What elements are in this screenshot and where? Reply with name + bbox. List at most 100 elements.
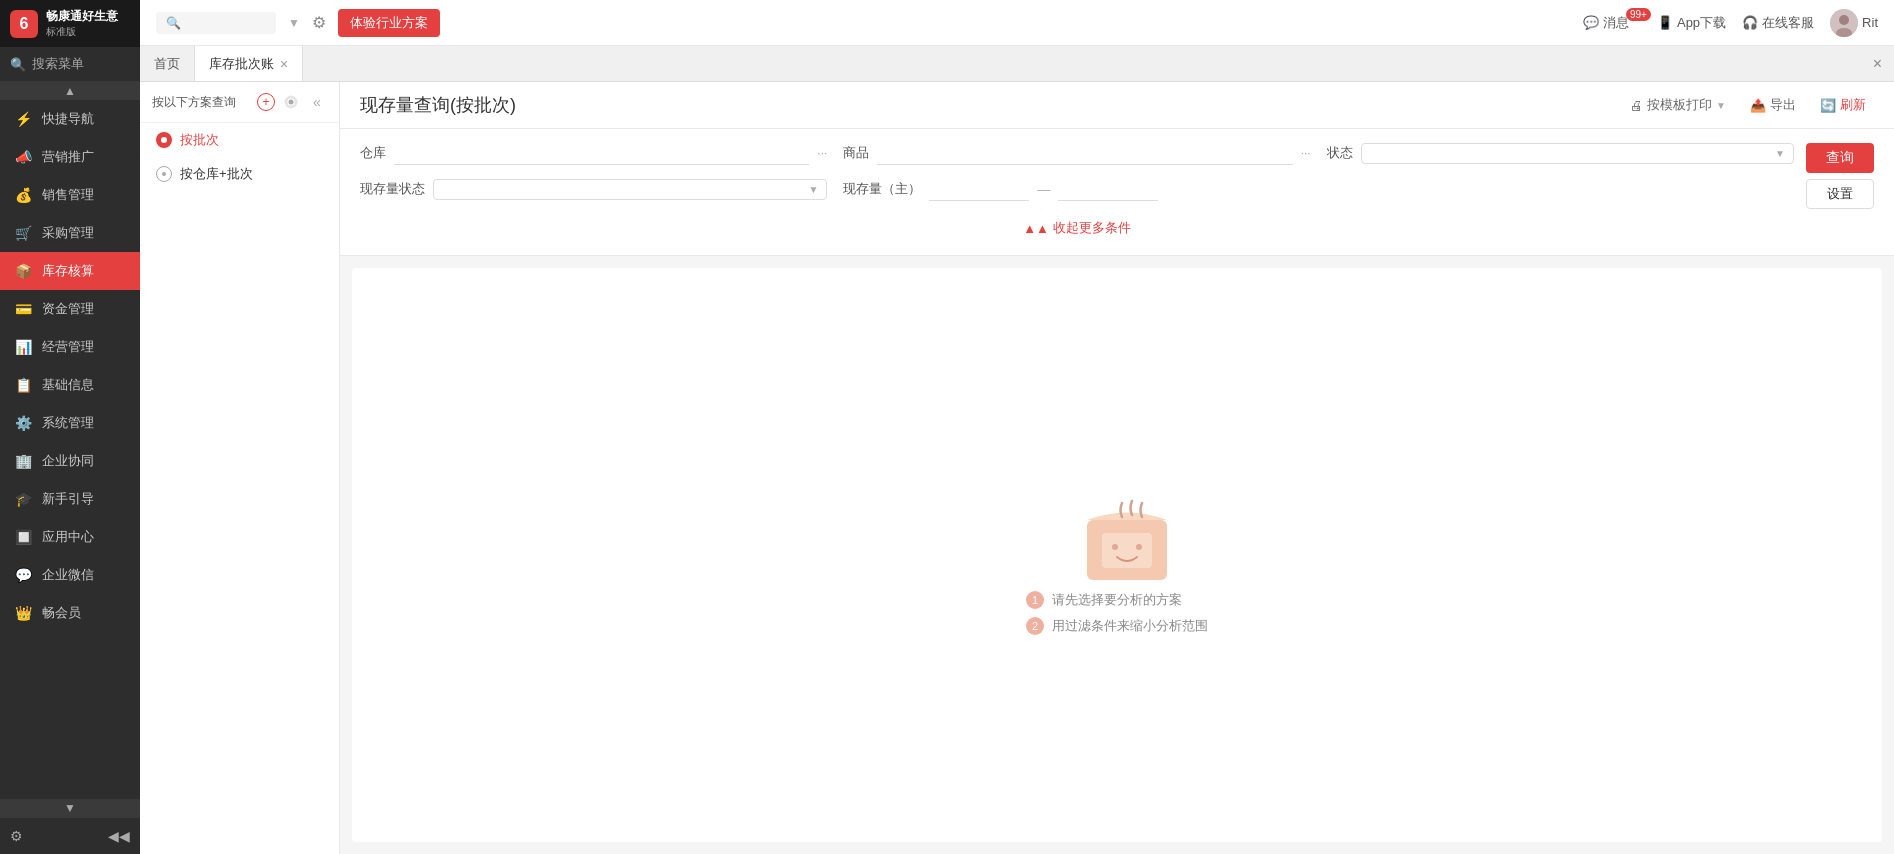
filter-settings-btn[interactable]: 设置 xyxy=(1806,179,1874,209)
warehouse-label: 仓库 xyxy=(360,144,386,162)
sidebar-item-inventory[interactable]: 📦 库存核算 xyxy=(0,252,140,290)
page-title: 现存量查询(按批次) xyxy=(360,93,516,117)
sidebar-item-system[interactable]: ⚙️ 系统管理 xyxy=(0,404,140,442)
empty-hint-1: 1 请先选择要分析的方案 xyxy=(1026,591,1208,609)
svg-rect-7 xyxy=(1102,533,1152,568)
hint-text-1: 请先选择要分析的方案 xyxy=(1052,591,1182,609)
product-more[interactable]: ··· xyxy=(1301,146,1311,160)
app-download-label: App下载 xyxy=(1677,14,1726,32)
collapse-more-btn[interactable]: ▲▲ 收起更多条件 xyxy=(360,213,1794,243)
hint-text-2: 用过滤条件来缩小分析范围 xyxy=(1052,617,1208,635)
nav-label-enterprise: 企业协同 xyxy=(42,452,94,470)
main-content: 现存量查询(按批次) 🖨 按模板打印 ▼ 📤 导出 🔄 刷新 xyxy=(340,82,1894,854)
sidebar-item-quick-nav[interactable]: ⚡ 快捷导航 xyxy=(0,100,140,138)
nav-label-quick: 快捷导航 xyxy=(42,110,94,128)
nav-label-operation: 经营管理 xyxy=(42,338,94,356)
export-label: 导出 xyxy=(1770,96,1796,114)
tab-bar: 首页 库存批次账 × × xyxy=(140,46,1894,82)
app-download-btn[interactable]: 📱 App下载 xyxy=(1657,14,1726,32)
empty-hint-2: 2 用过滤条件来缩小分析范围 xyxy=(1026,617,1208,635)
sidebar-item-enterprise[interactable]: 🏢 企业协同 xyxy=(0,442,140,480)
page-actions: 🖨 按模板打印 ▼ 📤 导出 🔄 刷新 xyxy=(1622,92,1874,118)
nav-icon-apps: 🔲 xyxy=(14,528,32,546)
sidebar-footer: ⚙ ◀◀ xyxy=(0,817,140,854)
sidebar-scroll-down[interactable]: ▼ xyxy=(0,799,140,817)
left-panel-header: 按以下方案查询 + « xyxy=(140,82,339,123)
page-header: 现存量查询(按批次) 🖨 按模板打印 ▼ 📤 导出 🔄 刷新 xyxy=(340,82,1894,129)
refresh-label: 刷新 xyxy=(1840,96,1866,114)
nav-icon-wechat: 💬 xyxy=(14,566,32,584)
nav-icon-finance: 💳 xyxy=(14,300,32,318)
sidebar-item-apps[interactable]: 🔲 应用中心 xyxy=(0,518,140,556)
sidebar-collapse-btn[interactable]: ◀◀ xyxy=(108,828,130,844)
svg-point-5 xyxy=(162,172,166,176)
svg-point-4 xyxy=(161,137,167,143)
refresh-icon: 🔄 xyxy=(1820,98,1836,113)
nav-label-member: 畅会员 xyxy=(42,604,81,622)
product-label: 商品 xyxy=(843,144,869,162)
warehouse-input[interactable] xyxy=(394,141,809,165)
sidebar-settings-btn[interactable]: ⚙ xyxy=(10,828,23,844)
sidebar-item-finance[interactable]: 💳 资金管理 xyxy=(0,290,140,328)
svg-point-3 xyxy=(289,100,294,105)
warehouse-more[interactable]: ··· xyxy=(817,146,827,160)
left-panel: 按以下方案查询 + « 按批次 按仓库+批次 xyxy=(140,82,340,854)
svg-point-1 xyxy=(1839,15,1849,25)
topbar-settings-icon[interactable]: ⚙ xyxy=(312,13,326,32)
inv-status-chevron-icon: ▼ xyxy=(808,184,818,195)
sidebar-item-purchase[interactable]: 🛒 采购管理 xyxy=(0,214,140,252)
user-area[interactable]: Rit xyxy=(1830,9,1878,37)
service-icon: 🎧 xyxy=(1742,15,1758,30)
inventory-status-select[interactable]: ▼ xyxy=(433,179,827,200)
tab-close-icon[interactable]: × xyxy=(280,57,288,71)
qty-from-input[interactable] xyxy=(929,177,1029,201)
nav-label-inventory: 库存核算 xyxy=(42,262,94,280)
sidebar-item-wechat[interactable]: 💬 企业微信 xyxy=(0,556,140,594)
plan-item-by-warehouse-batch[interactable]: 按仓库+批次 xyxy=(140,157,339,191)
nav-icon-operation: 📊 xyxy=(14,338,32,356)
tab-batch-label: 库存批次账 xyxy=(209,55,274,73)
sidebar-item-sales[interactable]: 💰 销售管理 xyxy=(0,176,140,214)
message-badge: 99+ xyxy=(1626,8,1651,21)
avatar xyxy=(1830,9,1858,37)
print-template-btn[interactable]: 🖨 按模板打印 ▼ xyxy=(1622,92,1734,118)
collapse-panel-btn[interactable]: « xyxy=(307,92,327,112)
settings-plan-btn[interactable] xyxy=(281,92,301,112)
filter-area: 仓库 ··· 商品 ··· 状态 xyxy=(340,129,1894,256)
topbar-chevron-icon[interactable]: ▼ xyxy=(288,16,300,30)
tab-bar-close-btn[interactable]: × xyxy=(1861,55,1894,73)
sidebar-item-marketing[interactable]: 📣 营销推广 xyxy=(0,138,140,176)
trial-btn[interactable]: 体验行业方案 xyxy=(338,9,440,37)
inventory-status-label: 现存量状态 xyxy=(360,180,425,198)
sidebar-item-basic[interactable]: 📋 基础信息 xyxy=(0,366,140,404)
nav-icon-system: ⚙️ xyxy=(14,414,32,432)
left-panel-title: 按以下方案查询 xyxy=(152,94,236,111)
add-plan-btn[interactable]: + xyxy=(257,93,275,111)
hint-num-2: 2 xyxy=(1026,617,1044,635)
export-btn[interactable]: 📤 导出 xyxy=(1742,92,1804,118)
qty-to-input[interactable] xyxy=(1058,177,1158,201)
tab-home[interactable]: 首页 xyxy=(140,46,195,81)
print-icon: 🖨 xyxy=(1630,98,1643,113)
nav-icon-member: 👑 xyxy=(14,604,32,622)
online-service-btn[interactable]: 🎧 在线客服 xyxy=(1742,14,1814,32)
print-label: 按模板打印 xyxy=(1647,96,1712,114)
refresh-btn[interactable]: 🔄 刷新 xyxy=(1812,92,1874,118)
plan-item-by-batch[interactable]: 按批次 xyxy=(140,123,339,157)
topbar: 🔍 ▼ ⚙ 体验行业方案 💬 消息 99+ 📱 App下载 🎧 在线客服 xyxy=(140,0,1894,46)
topbar-search-box[interactable]: 🔍 xyxy=(156,12,276,34)
sidebar-item-operation[interactable]: 📊 经营管理 xyxy=(0,328,140,366)
service-label: 在线客服 xyxy=(1762,14,1814,32)
app-version: 标准版 xyxy=(46,25,118,39)
sidebar-item-member[interactable]: 👑 畅会员 xyxy=(0,594,140,632)
sidebar-scroll-up[interactable]: ▲ xyxy=(0,82,140,100)
sidebar-search[interactable]: 🔍 搜索菜单 xyxy=(0,47,140,82)
message-btn[interactable]: 💬 消息 99+ xyxy=(1583,14,1641,32)
sidebar-item-guide[interactable]: 🎓 新手引导 xyxy=(0,480,140,518)
query-btn[interactable]: 查询 xyxy=(1806,143,1874,173)
status-select[interactable]: ▼ xyxy=(1361,143,1794,164)
tab-batch-account[interactable]: 库存批次账 × xyxy=(195,46,303,81)
search-icon: 🔍 xyxy=(10,57,26,72)
status-label: 状态 xyxy=(1327,144,1353,162)
product-input[interactable] xyxy=(877,141,1292,165)
